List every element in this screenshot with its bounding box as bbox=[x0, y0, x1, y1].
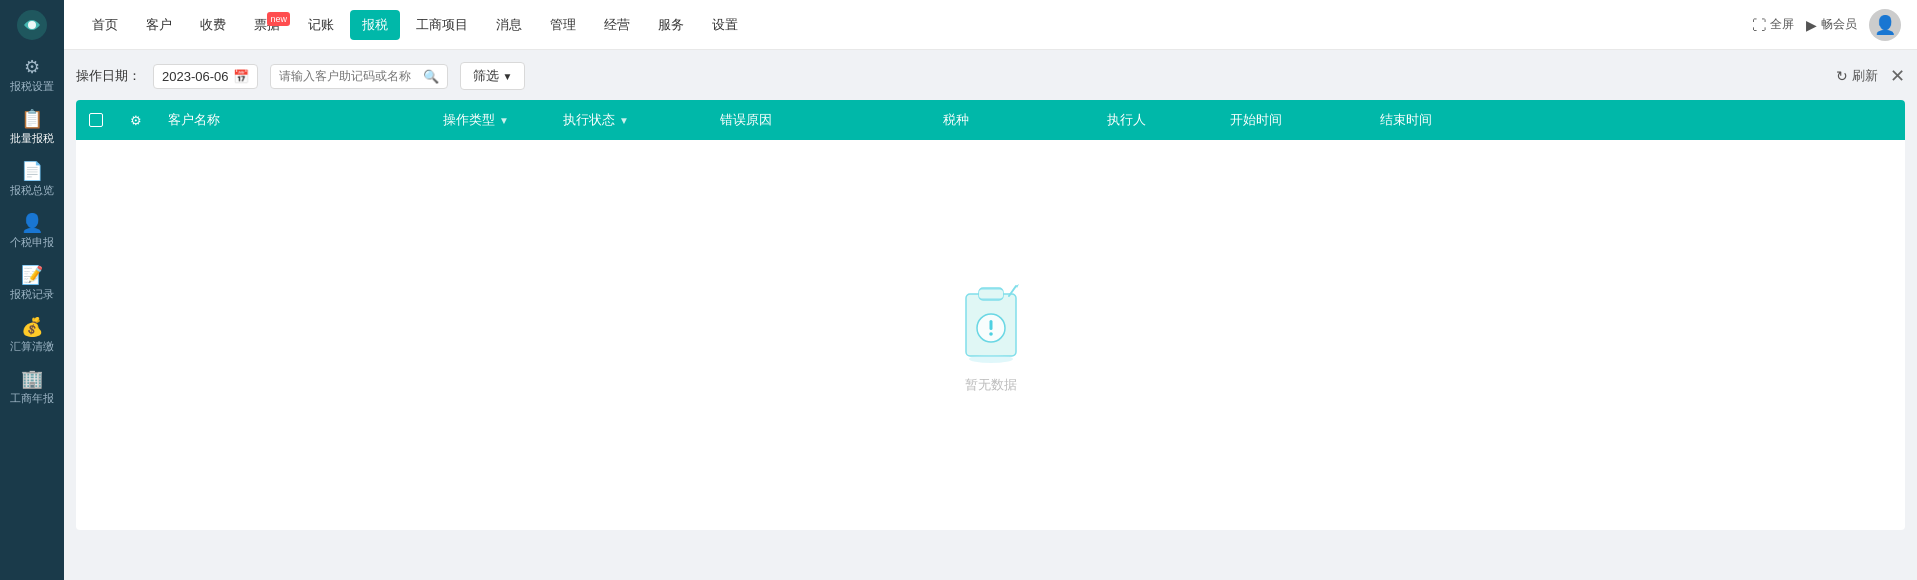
sidebar-item-baoshui-jilu[interactable]: 📝 报税记录 bbox=[0, 258, 64, 310]
filter-button[interactable]: 筛选 ▼ bbox=[460, 62, 526, 90]
topnav-right: ⛶ 全屏 ▶ 畅会员 👤 bbox=[1752, 9, 1901, 41]
date-picker[interactable]: 2023-06-06 📅 bbox=[153, 64, 258, 89]
nav-jingying[interactable]: 经营 bbox=[592, 10, 642, 40]
sidebar-item-hisuan-jiaona[interactable]: 💰 汇算清缴 bbox=[0, 310, 64, 362]
payment-icon: 💰 bbox=[21, 318, 43, 336]
nav-guanli[interactable]: 管理 bbox=[538, 10, 588, 40]
search-input[interactable] bbox=[279, 69, 419, 83]
th-customer-name: 客户名称 bbox=[156, 111, 416, 129]
date-value: 2023-06-06 bbox=[162, 69, 229, 84]
calendar-icon: 📅 bbox=[233, 69, 249, 84]
filter-label: 筛选 bbox=[473, 67, 499, 85]
sidebar-item-baoshui-zongllan[interactable]: 📄 报税总览 bbox=[0, 154, 64, 206]
settings-icon: ⚙ bbox=[24, 58, 40, 76]
new-badge: new bbox=[267, 12, 290, 26]
play-icon: ▶ bbox=[1806, 17, 1817, 33]
sidebar: ⚙ 报税设置 📋 批量报税 📄 报税总览 👤 个税申报 📝 报税记录 💰 汇算清… bbox=[0, 0, 64, 580]
record-icon: 📝 bbox=[21, 266, 43, 284]
batch-tax-icon: 📋 bbox=[21, 110, 43, 128]
refresh-button[interactable]: ↻ 刷新 bbox=[1836, 67, 1878, 85]
nav-baoshui[interactable]: 报税 bbox=[350, 10, 400, 40]
empty-text: 暂无数据 bbox=[965, 376, 1017, 394]
nav-jizhang[interactable]: 记账 bbox=[296, 10, 346, 40]
svg-point-7 bbox=[989, 332, 993, 336]
date-label: 操作日期： bbox=[76, 67, 141, 85]
top-navigation: 首页 客户 收费 票据 new 记账 报税 工商项目 消息 管理 经营 服务 设… bbox=[64, 0, 1917, 50]
svg-point-1 bbox=[28, 21, 36, 29]
filter-icon: ▼ bbox=[499, 115, 509, 126]
nav-kehu[interactable]: 客户 bbox=[134, 10, 184, 40]
fullscreen-icon: ⛶ bbox=[1752, 17, 1766, 33]
table-body: 暂无数据 bbox=[76, 140, 1905, 530]
filter-icon-2: ▼ bbox=[619, 115, 629, 126]
nav-shoufei[interactable]: 收费 bbox=[188, 10, 238, 40]
sidebar-item-gongshang-nianbao[interactable]: 🏢 工商年报 bbox=[0, 362, 64, 414]
toolbar-right: ↻ 刷新 ✕ bbox=[1836, 67, 1905, 85]
annual-report-icon: 🏢 bbox=[21, 370, 43, 388]
nav-shezhi[interactable]: 设置 bbox=[700, 10, 750, 40]
sidebar-item-baoshui-shezhi[interactable]: ⚙ 报税设置 bbox=[0, 50, 64, 102]
data-table: ⚙ 客户名称 操作类型 ▼ 执行状态 ▼ 错误原因 税种 bbox=[76, 100, 1905, 530]
th-start-time: 开始时间 bbox=[1176, 111, 1336, 129]
member-button[interactable]: ▶ 畅会员 bbox=[1806, 16, 1857, 33]
user-avatar[interactable]: 👤 bbox=[1869, 9, 1901, 41]
chevron-down-icon: ▼ bbox=[503, 71, 513, 82]
nav-piaoju[interactable]: 票据 new bbox=[242, 10, 292, 40]
th-end-time: 结束时间 bbox=[1336, 111, 1476, 129]
gear-icon: ⚙ bbox=[130, 113, 142, 128]
svg-marker-9 bbox=[1016, 284, 1019, 288]
nav-home[interactable]: 首页 bbox=[80, 10, 130, 40]
person-tax-icon: 👤 bbox=[21, 214, 43, 232]
nav-gongshang[interactable]: 工商项目 bbox=[404, 10, 480, 40]
empty-illustration bbox=[951, 276, 1031, 366]
page-content: 操作日期： 2023-06-06 📅 🔍 筛选 ▼ ↻ 刷新 ✕ bbox=[64, 50, 1917, 580]
overview-icon: 📄 bbox=[21, 162, 43, 180]
fullscreen-button[interactable]: ⛶ 全屏 bbox=[1752, 16, 1794, 33]
svg-point-10 bbox=[969, 355, 1013, 363]
close-button[interactable]: ✕ bbox=[1890, 67, 1905, 85]
th-error-reason: 错误原因 bbox=[656, 111, 836, 129]
nav-items: 首页 客户 收费 票据 new 记账 报税 工商项目 消息 管理 经营 服务 设… bbox=[80, 10, 1752, 40]
search-box[interactable]: 🔍 bbox=[270, 64, 448, 89]
search-icon: 🔍 bbox=[423, 69, 439, 84]
nav-xiaoxi[interactable]: 消息 bbox=[484, 10, 534, 40]
sidebar-logo bbox=[0, 0, 64, 50]
svg-rect-4 bbox=[979, 290, 1003, 298]
main-content: 首页 客户 收费 票据 new 记账 报税 工商项目 消息 管理 经营 服务 设… bbox=[64, 0, 1917, 580]
nav-fuwu[interactable]: 服务 bbox=[646, 10, 696, 40]
select-all-checkbox[interactable] bbox=[89, 113, 103, 127]
th-tax-type: 税种 bbox=[836, 111, 1076, 129]
th-exec-status[interactable]: 执行状态 ▼ bbox=[536, 111, 656, 129]
table-header: ⚙ 客户名称 操作类型 ▼ 执行状态 ▼ 错误原因 税种 bbox=[76, 100, 1905, 140]
sidebar-item-geshui-shenbao[interactable]: 👤 个税申报 bbox=[0, 206, 64, 258]
sidebar-item-piliang-baoshui[interactable]: 📋 批量报税 bbox=[0, 102, 64, 154]
th-settings[interactable]: ⚙ bbox=[116, 113, 156, 128]
th-executor: 执行人 bbox=[1076, 111, 1176, 129]
toolbar: 操作日期： 2023-06-06 📅 🔍 筛选 ▼ ↻ 刷新 ✕ bbox=[76, 62, 1905, 90]
th-checkbox[interactable] bbox=[76, 113, 116, 127]
svg-rect-6 bbox=[989, 320, 992, 330]
refresh-icon: ↻ bbox=[1836, 68, 1848, 84]
th-operation-type[interactable]: 操作类型 ▼ bbox=[416, 111, 536, 129]
